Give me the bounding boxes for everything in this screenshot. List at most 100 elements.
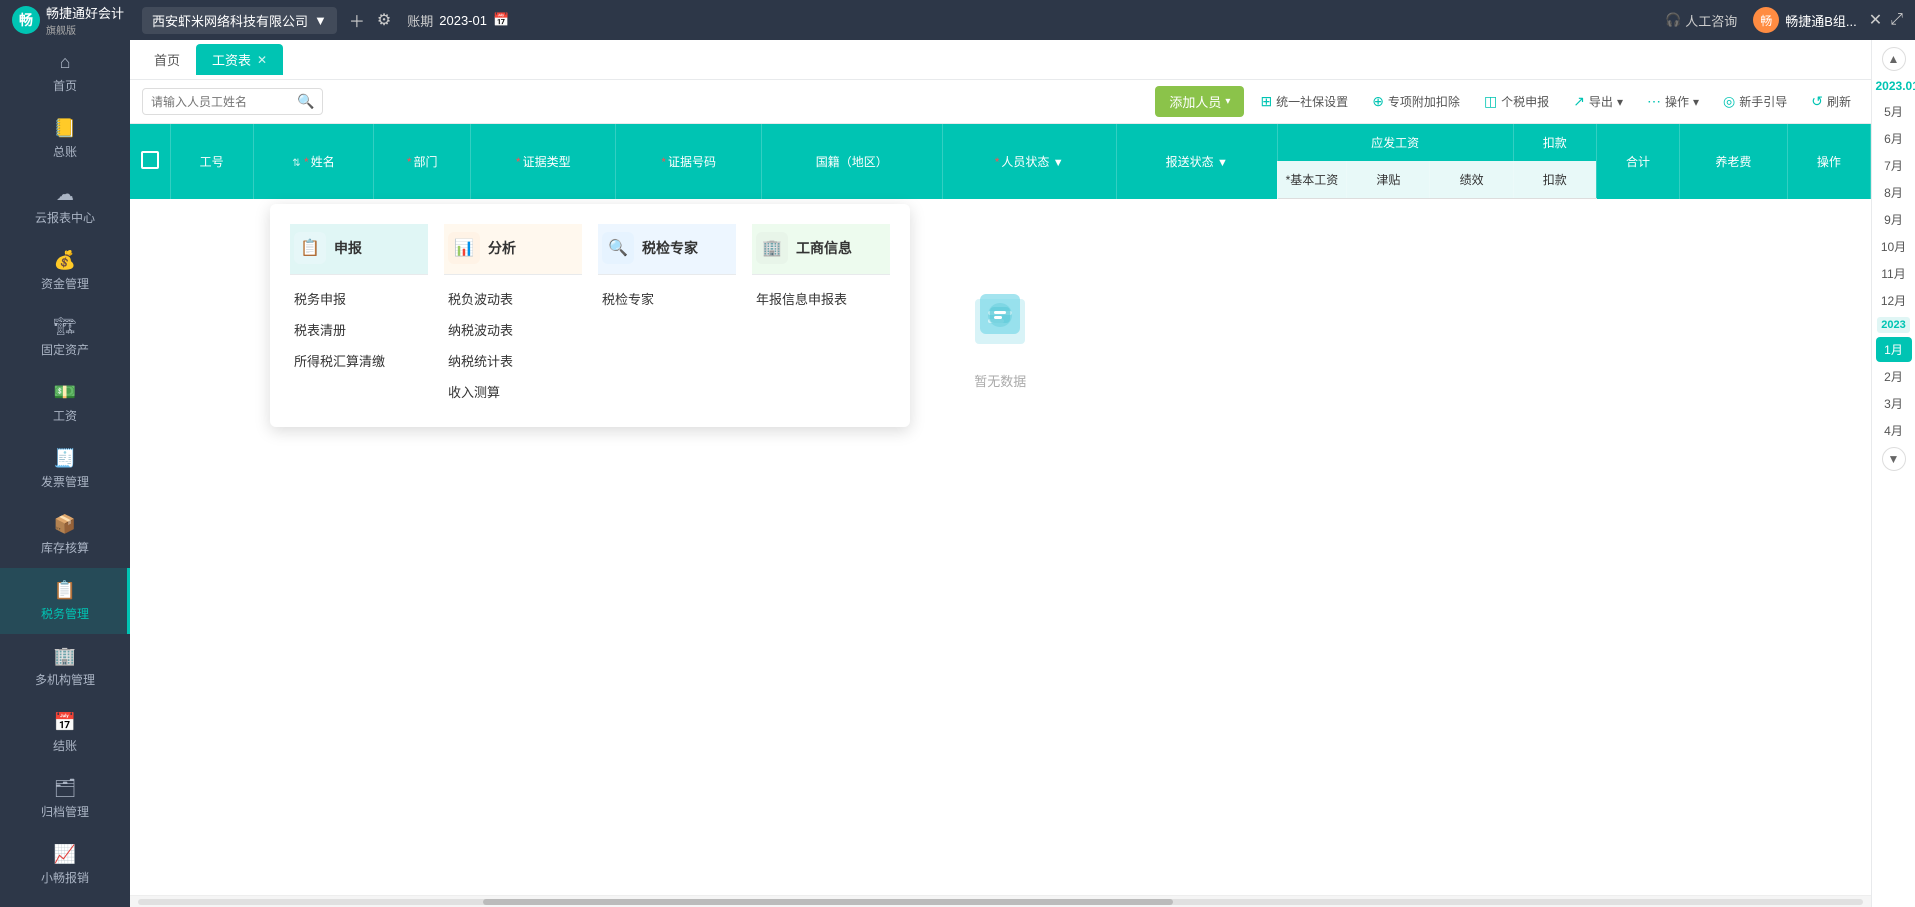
special-deduction-button[interactable]: ⊕ 专项附加扣除 (1364, 89, 1468, 114)
tax-report-button[interactable]: ◫ 个税申报 (1476, 89, 1557, 114)
export-label: 导出 (1589, 93, 1613, 110)
company-selector[interactable]: 西安虾米网络科技有限公司 ▼ (142, 7, 337, 34)
sidebar-item-multi-org[interactable]: 🏢 多机构管理 (0, 634, 130, 700)
tab-close-icon[interactable]: ✕ (257, 53, 267, 67)
menu-item-income-estimate[interactable]: 收入测算 (444, 376, 582, 407)
month-item-feb[interactable]: 2月 (1876, 364, 1912, 389)
menu-item-tax-report[interactable]: 税务申报 (290, 283, 428, 314)
sidebar-item-expense[interactable]: 📈 小畅报销 (0, 832, 130, 898)
month-item-aug[interactable]: 8月 (1876, 180, 1912, 205)
th-base-salary: *基本工资 (1277, 161, 1347, 199)
top-bar: 畅 畅捷通好会计 旗舰版 西安虾米网络科技有限公司 ▼ ＋ ⚙ 账期 2023-… (0, 0, 1915, 40)
status-filter-icon[interactable]: ▼ (1053, 157, 1064, 169)
close-window-button[interactable]: ✕ (1869, 10, 1882, 30)
refresh-label: 刷新 (1827, 93, 1851, 110)
refresh-icon: ↺ (1811, 93, 1823, 110)
th-status: 人员状态 ▼ (942, 124, 1116, 199)
th-dept: 部门 (374, 124, 471, 199)
shenb-header-icon: 📋 (294, 232, 326, 264)
fund-icon: 💰 (54, 250, 76, 271)
month-item-apr[interactable]: 4月 (1876, 418, 1912, 443)
sidebar-item-archive[interactable]: 🗂 归档管理 (0, 766, 130, 832)
shuijian-title: 税检专家 (642, 238, 698, 258)
refresh-button[interactable]: ↺ 刷新 (1803, 89, 1859, 114)
menu-item-annual-report[interactable]: 年报信息申报表 (752, 283, 890, 314)
sidebar-item-base-settings[interactable]: ⚙ 基础设置 (0, 898, 130, 907)
sidebar-item-cloud-report[interactable]: ☁ 云报表中心 (0, 172, 130, 238)
menu-item-tax-settlement[interactable]: 所得税汇算清缴 (290, 345, 428, 376)
table-wrapper: 工号 ⇅ 姓名 部门 证据类型 证据号码 (130, 124, 1871, 895)
month-sidebar: ▲ 2023.01 5月 6月 7月 8月 9月 10月 11月 12月 202… (1871, 40, 1915, 907)
tab-salary[interactable]: 工资表 ✕ (196, 44, 283, 75)
month-item-dec[interactable]: 12月 (1876, 288, 1912, 313)
export-arrow-icon: ▾ (1617, 95, 1623, 109)
period-label: 账期 (407, 11, 433, 30)
menu-item-tax-burden[interactable]: 税负波动表 (444, 283, 582, 314)
dropdown-menu-overlay: 📋 申报 税务申报 税表清册 所得税汇算清缴 📊 分析 税负波动表 (270, 204, 910, 427)
month-item-nov[interactable]: 11月 (1876, 261, 1912, 286)
sidebar-item-ledger[interactable]: 📒 总账 (0, 106, 130, 172)
menu-col-header-gongshang: 🏢 工商信息 (752, 224, 890, 275)
export-button[interactable]: ↗ 导出 ▾ (1565, 89, 1631, 114)
support-button[interactable]: 🎧 人工咨询 (1665, 11, 1737, 30)
menu-item-tax-expert[interactable]: 税检专家 (598, 283, 736, 314)
user-info[interactable]: 畅 畅捷通B组... (1753, 7, 1857, 33)
salary-icon: 💵 (54, 382, 76, 403)
sidebar-item-fixed-assets[interactable]: 🏗 固定资产 (0, 304, 130, 370)
sidebar-item-fund[interactable]: 💰 资金管理 (0, 238, 130, 304)
app-logo: 畅 畅捷通好会计 旗舰版 (12, 3, 142, 37)
tax-icon: 📋 (54, 580, 76, 601)
settings-button[interactable]: ⚙ (377, 10, 391, 30)
sidebar-item-close[interactable]: 📅 结账 (0, 700, 130, 766)
invoice-icon: 🧾 (54, 448, 76, 469)
report-status-filter-icon[interactable]: ▼ (1217, 157, 1228, 169)
empty-text: 暂无数据 (974, 371, 1026, 390)
period-calendar-icon[interactable]: 📅 (493, 12, 509, 28)
support-label: 人工咨询 (1685, 11, 1737, 30)
month-nav-up-button[interactable]: ▲ (1882, 47, 1906, 71)
special-deduction-icon: ⊕ (1372, 93, 1384, 110)
month-item-sep[interactable]: 9月 (1876, 207, 1912, 232)
menu-item-tax-fluctuation[interactable]: 纳税波动表 (444, 314, 582, 345)
month-item-jul[interactable]: 7月 (1876, 153, 1912, 178)
tab-home[interactable]: 首页 (138, 44, 196, 75)
month-item-jan[interactable]: 1月 (1876, 337, 1912, 362)
menu-col-header-shuijian: 🔍 税检专家 (598, 224, 736, 275)
month-item-jun[interactable]: 6月 (1876, 126, 1912, 151)
menu-item-tax-table[interactable]: 税表清册 (290, 314, 428, 345)
tab-bar: 首页 工资表 ✕ (130, 40, 1871, 80)
social-security-label: 统一社保设置 (1276, 93, 1348, 110)
sidebar-item-home[interactable]: ⌂ 首页 (0, 40, 130, 106)
ledger-icon: 📒 (54, 118, 76, 139)
menu-col-header-fenxi: 📊 分析 (444, 224, 582, 275)
search-input-wrap: 🔍 (142, 88, 323, 115)
menu-column-shenb: 📋 申报 税务申报 税表清册 所得税汇算清缴 (282, 216, 436, 415)
export-icon: ↗ (1573, 93, 1585, 110)
menu-item-tax-statistics[interactable]: 纳税统计表 (444, 345, 582, 376)
sidebar-item-invoice[interactable]: 🧾 发票管理 (0, 436, 130, 502)
horizontal-scrollbar[interactable] (130, 895, 1871, 907)
expense-icon: 📈 (54, 844, 76, 865)
month-item-oct[interactable]: 10月 (1876, 234, 1912, 259)
month-nav-down-button[interactable]: ▼ (1882, 447, 1906, 471)
th-checkbox[interactable] (130, 124, 170, 199)
social-security-settings-button[interactable]: ⊞ 统一社保设置 (1252, 89, 1356, 114)
add-person-button[interactable]: 添加人员 ▾ (1155, 86, 1244, 117)
maximize-window-button[interactable]: ⤢ (1890, 11, 1903, 29)
search-input[interactable] (151, 95, 291, 109)
sidebar-item-tax[interactable]: 📋 税务管理 (0, 568, 130, 634)
select-all-checkbox[interactable] (141, 151, 159, 169)
menu-col-header-shenb: 📋 申报 (290, 224, 428, 275)
month-item-may[interactable]: 5月 (1876, 99, 1912, 124)
add-company-button[interactable]: ＋ (349, 8, 365, 32)
support-icon: 🎧 (1665, 12, 1681, 28)
scrollbar-thumb[interactable] (483, 899, 1173, 905)
month-item-mar[interactable]: 3月 (1876, 391, 1912, 416)
operation-button[interactable]: ⋯ 操作 ▾ (1639, 89, 1707, 114)
th-salary-group: 应发工资 (1277, 124, 1513, 161)
sidebar-item-salary[interactable]: 💵 工资 (0, 370, 130, 436)
menu-column-fenxi: 📊 分析 税负波动表 纳税波动表 纳税统计表 收入测算 (436, 216, 590, 415)
th-nation: 国籍（地区） (761, 124, 942, 199)
sidebar-item-inventory[interactable]: 📦 库存核算 (0, 502, 130, 568)
guide-button[interactable]: ◎ 新手引导 (1715, 89, 1795, 114)
